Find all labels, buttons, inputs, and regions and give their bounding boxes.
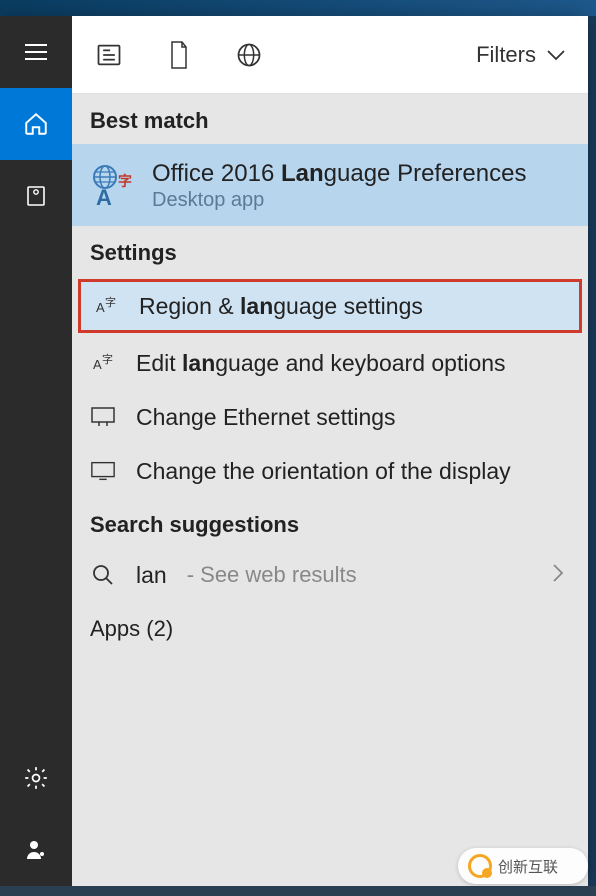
chevron-right-icon [552, 563, 564, 588]
sidebar [0, 16, 72, 886]
svg-text:字: 字 [105, 295, 116, 309]
filter-document[interactable] [164, 40, 194, 70]
sidebar-apps[interactable] [0, 160, 72, 232]
best-match-result[interactable]: 字A Office 2016 Language Preferences Desk… [72, 144, 588, 226]
taskbar-strip [0, 886, 596, 896]
office-language-icon: 字A [90, 163, 134, 207]
language-icon: A字 [93, 293, 119, 319]
language-icon: A字 [90, 350, 116, 376]
display-icon [90, 458, 116, 484]
watermark-logo-icon [468, 854, 492, 878]
person-icon [24, 838, 48, 862]
best-match-header: Best match [72, 94, 588, 144]
best-match-title: Office 2016 Language Preferences [152, 158, 526, 189]
search-results: Filters Best match 字A Office 2016 Langua… [72, 16, 588, 886]
filter-web[interactable] [234, 40, 264, 70]
svg-text:A: A [96, 185, 112, 207]
watermark: 创新互联 [458, 848, 588, 884]
search-icon [90, 562, 116, 588]
hamburger-button[interactable] [0, 16, 72, 88]
search-suggestions-header: Search suggestions [72, 498, 588, 548]
filter-news[interactable] [94, 40, 124, 70]
settings-region-language[interactable]: A字 Region & language settings [78, 279, 582, 333]
desktop-bg-strip [0, 0, 596, 16]
home-icon [23, 111, 49, 137]
globe-icon [235, 41, 263, 69]
settings-ethernet[interactable]: Change Ethernet settings [72, 390, 588, 444]
filters-dropdown[interactable]: Filters [476, 42, 566, 68]
result-text: Edit language and keyboard options [136, 350, 506, 377]
ethernet-icon [90, 404, 116, 430]
svg-text:A: A [93, 357, 102, 372]
hamburger-icon [25, 44, 47, 60]
result-text: Region & language settings [139, 293, 423, 320]
svg-text:字: 字 [102, 352, 113, 366]
result-text: Change the orientation of the display [136, 458, 511, 485]
sidebar-account[interactable] [0, 814, 72, 886]
search-web-suggestion[interactable]: lan - See web results [72, 548, 588, 602]
news-icon [95, 41, 123, 69]
sidebar-home[interactable] [0, 88, 72, 160]
watermark-text: 创新互联 [498, 856, 558, 877]
result-text: Change Ethernet settings [136, 404, 396, 431]
document-icon [167, 40, 191, 70]
sidebar-settings[interactable] [0, 742, 72, 814]
filter-bar: Filters [72, 16, 588, 94]
gear-icon [23, 765, 49, 791]
chevron-down-icon [546, 49, 566, 61]
svg-text:A: A [96, 300, 105, 315]
settings-edit-language-keyboard[interactable]: A字 Edit language and keyboard options [72, 336, 588, 390]
apps-header[interactable]: Apps (2) [72, 602, 588, 652]
start-search-panel: Filters Best match 字A Office 2016 Langua… [0, 16, 588, 886]
settings-header: Settings [72, 226, 588, 276]
settings-display-orientation[interactable]: Change the orientation of the display [72, 444, 588, 498]
suggestion-term: lan [136, 562, 167, 589]
best-match-subtitle: Desktop app [152, 189, 526, 212]
filters-label: Filters [476, 42, 536, 68]
suggestion-desc: - See web results [187, 562, 357, 588]
svg-text:字: 字 [118, 173, 132, 189]
apps-icon [24, 184, 48, 208]
